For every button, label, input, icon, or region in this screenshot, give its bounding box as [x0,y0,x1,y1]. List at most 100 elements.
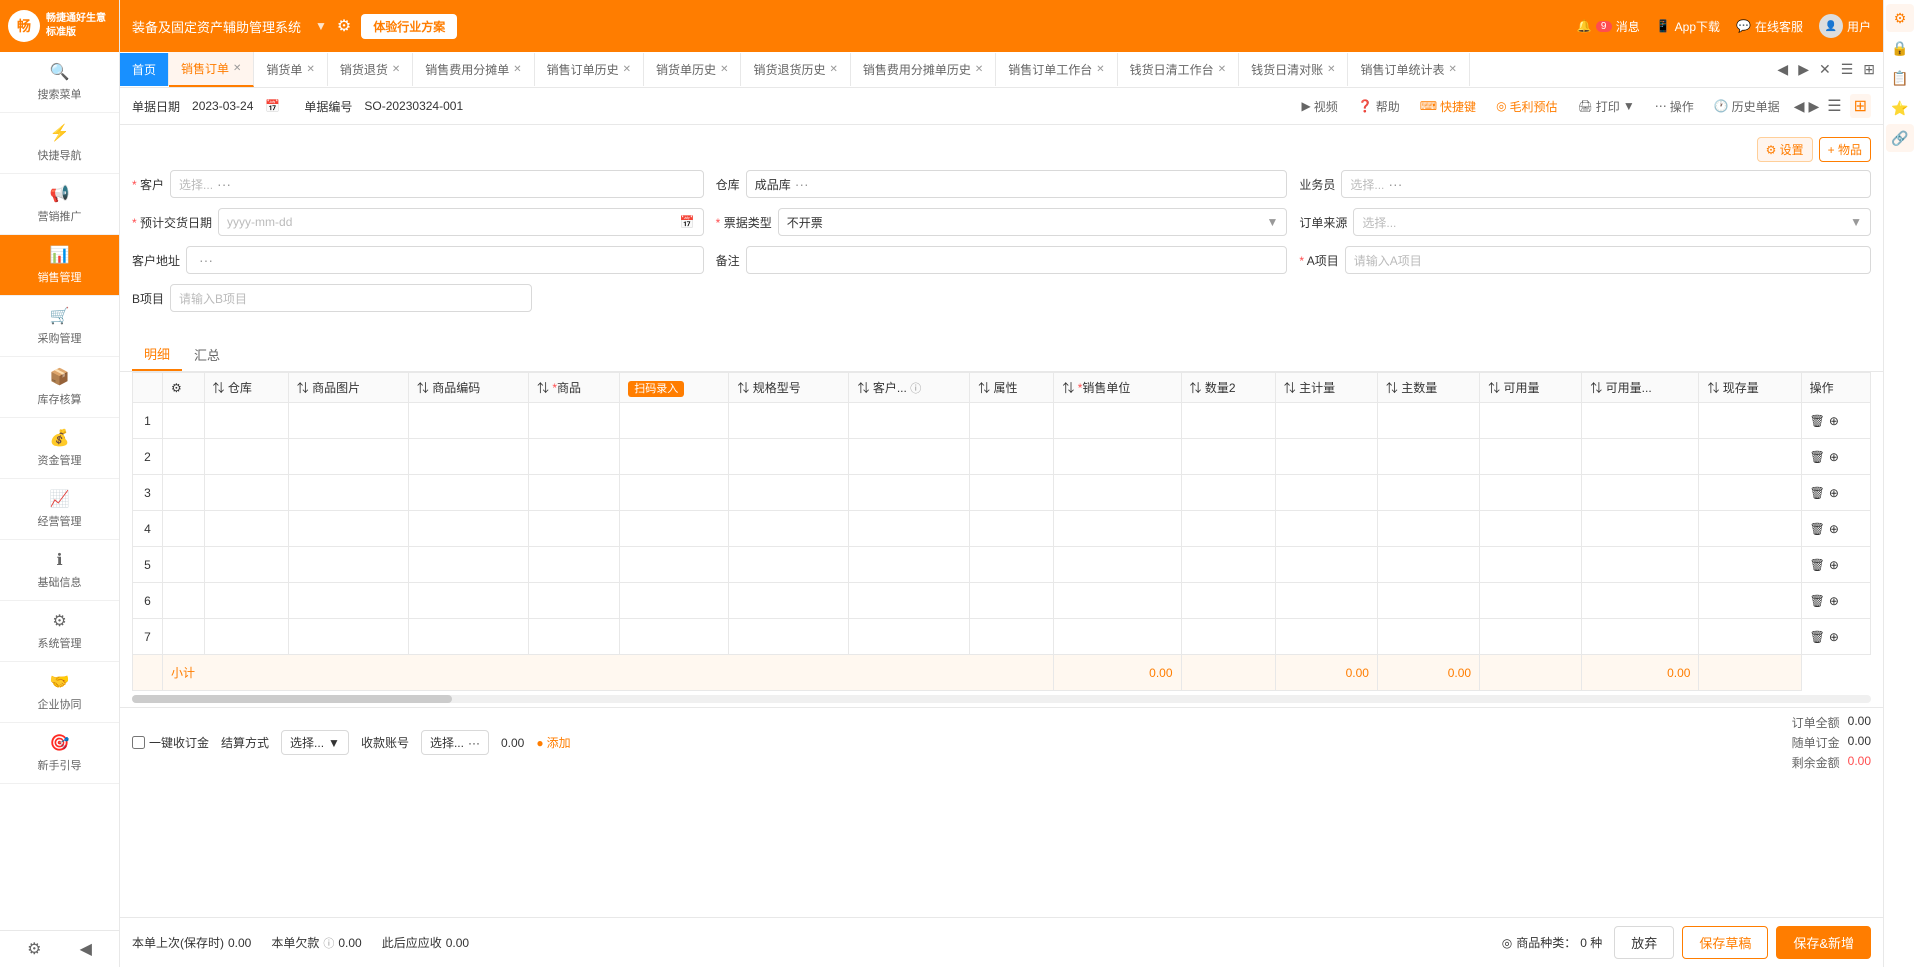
delete-row-icon[interactable]: 🗑 [1810,486,1825,500]
right-settings-icon[interactable]: ⚙ [1886,4,1914,32]
tab-daily-clear-workbench[interactable]: 钱货日清工作台 ✕ [1118,53,1239,86]
staff-input[interactable]: 选择... ··· [1341,170,1871,198]
b-project-input[interactable]: 请输入B项目 [170,284,532,312]
notification-item[interactable]: 🔔 9 消息 [1577,18,1640,35]
customer-input[interactable]: 选择... ··· [170,170,704,198]
history-btn[interactable]: 🕐 历史单据 [1708,96,1786,117]
delete-row-icon[interactable]: 🗑 [1810,522,1825,536]
right-clipboard-icon[interactable]: 📋 [1886,64,1914,92]
tab-return-history[interactable]: 销货退货历史 ✕ [741,53,850,86]
detail-tab-detail[interactable]: 明细 [132,338,182,371]
row-product-1[interactable] [529,403,620,439]
sidebar-item-search[interactable]: 🔍 搜索菜单 [0,52,119,113]
tab-sales-return[interactable]: 销货退货 ✕ [328,53,413,86]
sidebar-item-quicknav[interactable]: ⚡ 快捷导航 [0,113,119,174]
row-warehouse-1[interactable] [204,403,288,439]
row-main-qty-1[interactable] [1377,403,1479,439]
tab-daily-reconcile[interactable]: 钱货日清对账 ✕ [1239,53,1348,86]
copy-row-icon[interactable]: ⊕ [1829,558,1839,572]
close-tab[interactable]: ✕ [829,64,837,75]
settings-button[interactable]: ⚙ 设置 [1757,137,1813,162]
close-tab[interactable]: ✕ [1218,64,1226,75]
tab-order-workbench[interactable]: 销售订单工作台 ✕ [996,53,1117,86]
tab-sales-invoice[interactable]: 销货单 ✕ [254,53,327,86]
address-input[interactable]: ··· [186,246,704,274]
invoice-select[interactable]: 不开票 ▼ [778,208,1288,236]
print-btn[interactable]: 🖨 打印 ▼ [1572,96,1641,117]
note-input[interactable] [746,246,1288,274]
row-attribute-1[interactable] [970,403,1054,439]
profit-btn[interactable]: ◎ 毛利预估 [1490,96,1564,117]
copy-row-icon[interactable]: ⊕ [1829,522,1839,536]
customer-code-info-icon[interactable]: ⓘ [910,383,921,395]
list-view-icon[interactable]: ☰ [1827,96,1841,116]
user-item[interactable]: 👤 用户 [1819,14,1871,38]
settings-gear-icon[interactable]: ⚙ [337,16,351,36]
tab-grid-icon[interactable]: ⊞ [1859,59,1879,80]
prev-record-icon[interactable]: ◀ [1794,98,1805,115]
grid-view-icon[interactable]: ⊞ [1850,94,1871,118]
sidebar-item-finance[interactable]: 💰 资金管理 [0,418,119,479]
close-tab[interactable]: ✕ [513,64,521,75]
sidebar-item-guide[interactable]: 🎯 新手引导 [0,723,119,784]
shortcut-btn[interactable]: ⌨ 快捷键 [1414,96,1482,117]
sidebar-item-enterprise[interactable]: 🤝 企业协同 [0,662,119,723]
delivery-input[interactable]: yyyy-mm-dd 📅 [218,208,704,236]
delete-row-icon[interactable]: 🗑 [1810,558,1825,572]
warehouse-input[interactable]: 成品库 ··· [746,170,1288,198]
copy-row-icon[interactable]: ⊕ [1829,630,1839,644]
close-sales-order-tab[interactable]: ✕ [233,63,241,74]
row-unit-1[interactable] [1054,403,1181,439]
copy-row-icon[interactable]: ⊕ [1829,414,1839,428]
sidebar-item-basic-info[interactable]: ℹ 基础信息 [0,540,119,601]
sidebar-item-marketing[interactable]: 📢 营销推广 [0,174,119,235]
close-tab[interactable]: ✕ [1096,64,1104,75]
save-new-button[interactable]: 保存&新增 [1776,926,1871,959]
payment-select[interactable]: 选择... ▼ [281,730,349,755]
order-source-select[interactable]: 选择... ▼ [1353,208,1871,236]
action-btn[interactable]: ⋯ 操作 [1649,96,1700,117]
close-tab[interactable]: ✕ [392,64,400,75]
tab-order-stats[interactable]: 销售订单统计表 ✕ [1348,53,1469,86]
next-record-icon[interactable]: ▶ [1808,98,1819,115]
row-check-1[interactable] [163,403,205,439]
tab-prev-arrow[interactable]: ◀ [1773,59,1792,80]
row-qty2-1[interactable] [1181,403,1275,439]
add-product-button[interactable]: + 物品 [1819,137,1871,162]
close-tab[interactable]: ✕ [720,64,728,75]
delete-row-icon[interactable]: 🗑 [1810,630,1825,644]
copy-row-icon[interactable]: ⊕ [1829,594,1839,608]
horizontal-scrollbar[interactable] [132,695,1871,703]
sidebar-item-system[interactable]: ⚙ 系统管理 [0,601,119,662]
tab-menu[interactable]: ☰ [1837,59,1858,80]
row-spec-1[interactable] [729,403,849,439]
collapse-icon[interactable]: ◀ [80,939,92,959]
tab-invoice-history[interactable]: 销货单历史 ✕ [644,53,741,86]
close-tab[interactable]: ✕ [975,64,983,75]
tab-close-all[interactable]: ✕ [1815,59,1835,80]
online-service-item[interactable]: 💬 在线客服 [1736,18,1803,35]
scan-btn[interactable]: 扫码录入 [628,381,684,397]
account-select[interactable]: 选择... ··· [421,730,489,755]
tab-next-arrow[interactable]: ▶ [1794,59,1813,80]
tab-home[interactable]: 首页 [120,53,169,86]
tab-order-history[interactable]: 销售订单历史 ✕ [535,53,644,86]
detail-tab-summary[interactable]: 汇总 [182,339,232,370]
delete-row-icon[interactable]: 🗑 [1810,594,1825,608]
save-draft-button[interactable]: 保存草稿 [1682,926,1768,959]
sidebar-item-sales[interactable]: 📊 销售管理 [0,235,119,296]
close-tab[interactable]: ✕ [306,64,314,75]
close-tab[interactable]: ✕ [1449,64,1457,75]
close-tab[interactable]: ✕ [623,64,631,75]
tab-fee-split[interactable]: 销售费用分摊单 ✕ [413,53,534,86]
delete-row-icon[interactable]: 🗑 [1810,450,1825,464]
right-link-icon[interactable]: 🔗 [1886,124,1914,152]
discard-button[interactable]: 放弃 [1614,926,1674,959]
delete-row-icon[interactable]: 🗑 [1810,414,1825,428]
copy-row-icon[interactable]: ⊕ [1829,486,1839,500]
tab-fee-history[interactable]: 销售费用分摊单历史 ✕ [851,53,996,86]
right-star-icon[interactable]: ⭐ [1886,94,1914,122]
settings-icon[interactable]: ⚙ [27,939,41,959]
info-circle-icon[interactable]: ⓘ [323,935,334,951]
add-payment-btn[interactable]: ● 添加 [536,734,570,751]
